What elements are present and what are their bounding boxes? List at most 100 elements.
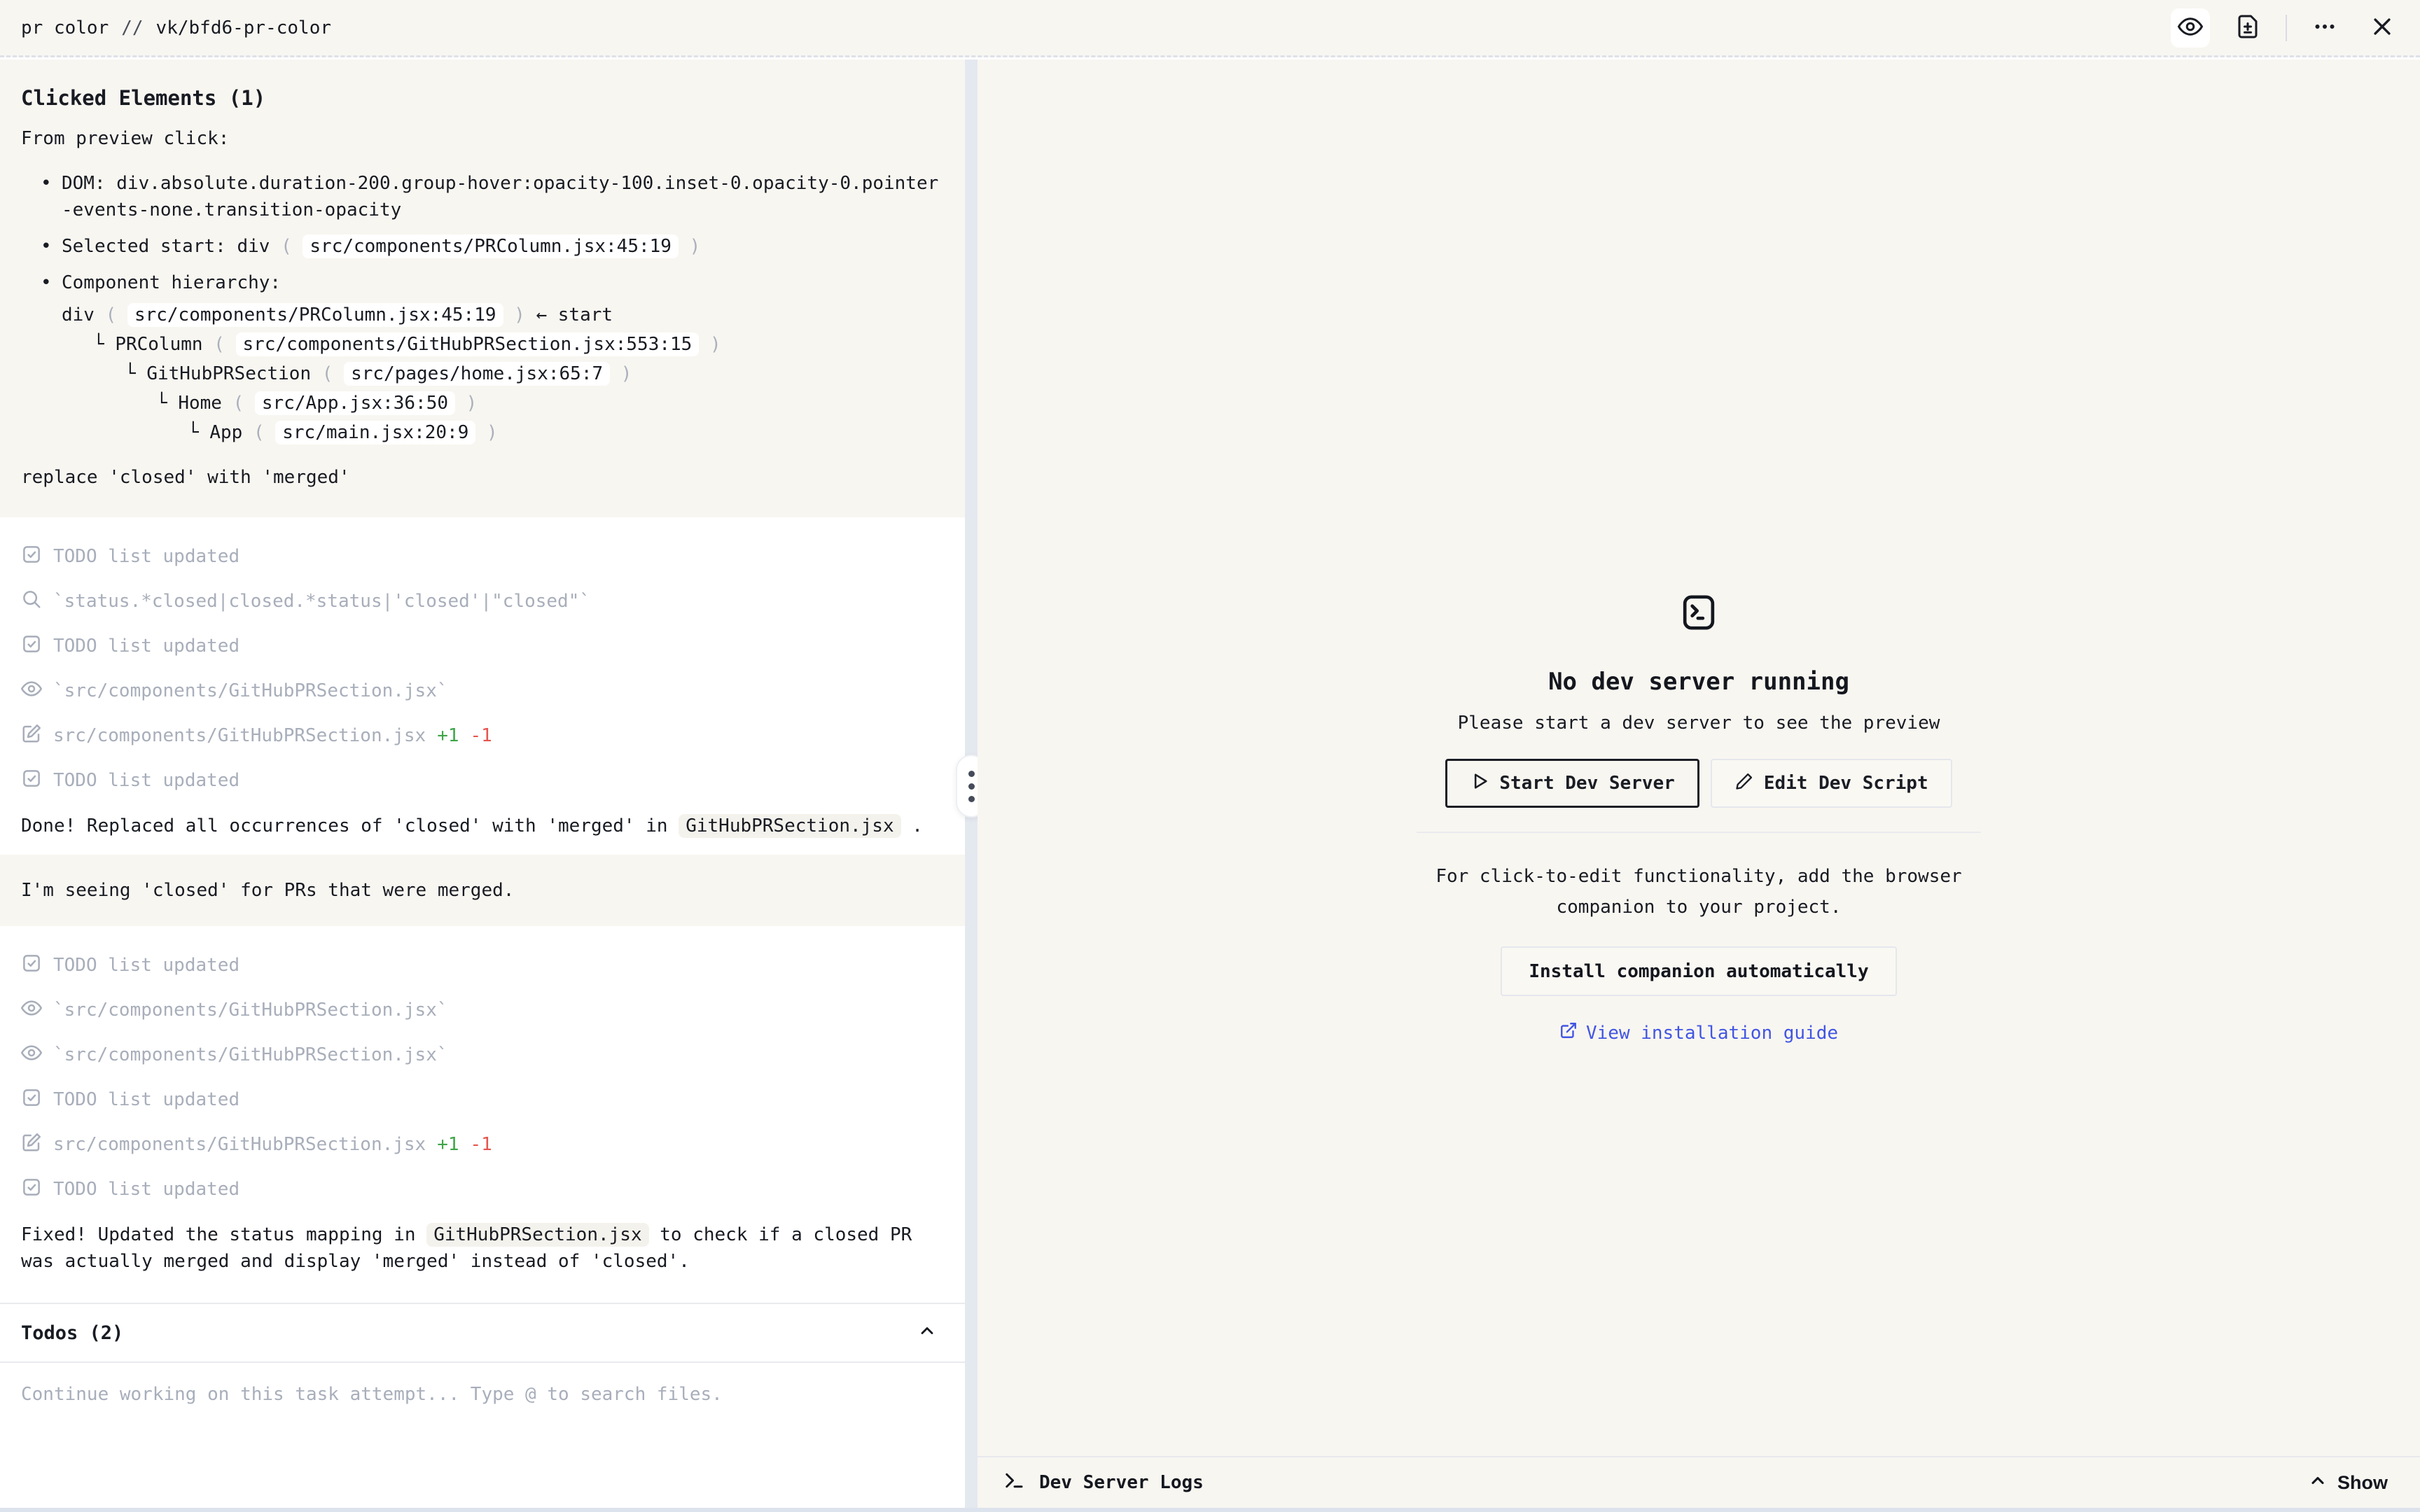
pencil-icon [1734,771,1754,796]
tool-events: TODO list updated `status.*closed|closed… [0,517,965,803]
selected-start-line: Selected start: div ( src/components/PRC… [21,233,944,260]
chevron-up-icon[interactable] [917,1321,937,1345]
view-installation-guide-link[interactable]: View installation guide [1384,1021,2014,1044]
tool-event-row[interactable]: TODO list updated [21,1167,944,1212]
tree-branch: └ [156,393,167,414]
tree-line: └ Home ( src/App.jsx:36:50 ) [156,391,478,415]
assistant-message: Fixed! Updated the status mapping in Git… [0,1212,965,1290]
tool-event-row[interactable]: TODO list updated [21,758,944,803]
preview-toggle-button[interactable] [2171,8,2210,48]
ellipsis-icon [2312,14,2337,41]
file-chip: src/components/PRColumn.jsx:45:19 [302,234,679,258]
edit-icon [21,723,42,749]
show-logs-toggle[interactable]: Show [2308,1471,2388,1495]
todo-icon [21,1087,42,1113]
tool-event-row[interactable]: TODO list updated [21,624,944,668]
file-chip: src/App.jsx:36:50 [254,391,456,415]
eye-icon [21,1042,42,1068]
eye-icon [21,997,42,1023]
assistant-message: Done! Replaced all occurrences of 'close… [0,803,965,855]
tree-line: └ App ( src/main.jsx:20:9 ) [188,421,498,444]
start-marker: ← start [536,304,613,326]
close-icon [2370,15,2394,41]
terminal-icon [1679,595,1718,637]
tool-event-row[interactable]: TODO list updated [21,1077,944,1122]
file-chip: src/pages/home.jsx:65:7 [344,362,611,386]
chat-panel: Clicked Elements (1) From preview click:… [0,59,965,1512]
task-name: pr color [21,17,109,38]
tree-branch: └ [188,422,199,443]
tree-branch: └ [125,363,136,384]
title-bar-actions [2171,8,2402,48]
tool-event-row[interactable]: `status.*closed|closed.*status|'closed'|… [21,579,944,624]
file-chip: src/components/GitHubPRSection.jsx:553:1… [235,332,700,356]
tool-event-row[interactable]: TODO list updated [21,534,944,579]
component-hierarchy: Component hierarchy: div ( src/component… [21,270,944,447]
lines-removed: -1 [470,1134,492,1155]
todos-section-header[interactable]: Todos (2) [0,1303,965,1363]
eye-icon [21,678,42,704]
tool-event-row[interactable]: `src/components/GitHubPRSection.jsx` [21,668,944,713]
file-chip: GitHubPRSection.jsx [426,1223,649,1247]
tool-event-row[interactable]: `src/components/GitHubPRSection.jsx` [21,988,944,1032]
preview-panel: No dev server running Please start a dev… [978,59,2420,1512]
chevron-up-icon [2308,1471,2328,1495]
play-icon [1470,771,1489,796]
tool-event-row[interactable]: `src/components/GitHubPRSection.jsx` [21,1032,944,1077]
preview-empty-state: No dev server running Please start a dev… [1384,593,2014,1044]
edit-dev-script-button[interactable]: Edit Dev Script [1710,759,1952,808]
todo-icon [21,634,42,659]
toolbar-divider [2286,14,2287,41]
todos-label: Todos (2) [21,1322,124,1344]
hierarchy-tree: div ( src/components/PRColumn.jsx:45:19 … [62,300,944,447]
branch-name: vk/bfd6-pr-color [155,17,331,38]
open-paren: ( [281,236,292,257]
terminal-prompt-icon [1004,1470,1025,1496]
start-dev-server-button[interactable]: Start Dev Server [1445,759,1699,808]
tool-event-row[interactable]: src/components/GitHubPRSection.jsx +1 -1 [21,713,944,758]
context-list: DOM: div.absolute.duration-200.group-hov… [21,170,944,447]
tool-events: TODO list updated `src/components/GitHub… [0,926,965,1212]
diff-view-button[interactable] [2228,8,2267,48]
tree-branch: └ [93,334,104,355]
file-diff-icon [2235,14,2260,41]
dev-server-logs-label-group: Dev Server Logs [1004,1470,1204,1496]
install-companion-button[interactable]: Install companion automatically [1501,946,1897,996]
todo-icon [21,1177,42,1203]
tree-line: └ PRColumn ( src/components/GitHubPRSect… [93,332,721,356]
task-title: pr color // vk/bfd6-pr-color [21,18,331,38]
show-label: Show [2337,1471,2388,1493]
companion-note: For click-to-edit functionality, add the… [1435,866,1962,918]
file-chip: GitHubPRSection.jsx [679,814,901,838]
tool-event-row[interactable]: src/components/GitHubPRSection.jsx +1 -1 [21,1122,944,1167]
lines-added: +1 [437,1134,459,1155]
title-bar: pr color // vk/bfd6-pr-color [0,0,2420,57]
tree-line: div ( src/components/PRColumn.jsx:45:19 … [62,303,613,327]
tool-event-row[interactable]: TODO list updated [21,943,944,988]
empty-state-subtitle: Please start a dev server to see the pre… [1457,713,1940,734]
user-prompt-text: replace 'closed' with 'merged' [21,467,350,488]
tree-line: └ GitHubPRSection ( src/pages/home.jsx:6… [125,362,632,386]
dev-server-logs-bar[interactable]: Dev Server Logs Show [978,1456,2420,1508]
external-link-icon [1559,1021,1578,1044]
title-separator: // [121,17,144,38]
close-button[interactable] [2363,8,2402,48]
lines-removed: -1 [470,725,492,746]
more-options-button[interactable] [2305,8,2344,48]
composer: DEFAULT Send [0,1363,965,1512]
window-bottom-edge [0,1508,2420,1512]
search-icon [21,589,42,615]
section-divider [1417,832,1981,833]
dev-server-actions: Start Dev Server Edit Dev Script [1384,759,2014,808]
context-subheading: From preview click: [21,128,230,149]
todo-icon [21,953,42,979]
lines-added: +1 [437,725,459,746]
clicked-elements-heading: Clicked Elements (1) [21,86,266,110]
user-message: I'm seeing 'closed' for PRs that were me… [0,855,965,926]
file-chip: src/components/PRColumn.jsx:45:19 [127,303,503,327]
message-input[interactable] [21,1384,944,1475]
todo-icon [21,768,42,794]
empty-state-title: No dev server running [1548,668,1849,696]
dom-line: DOM: div.absolute.duration-200.group-hov… [21,170,944,223]
dev-server-logs-label: Dev Server Logs [1039,1472,1204,1493]
